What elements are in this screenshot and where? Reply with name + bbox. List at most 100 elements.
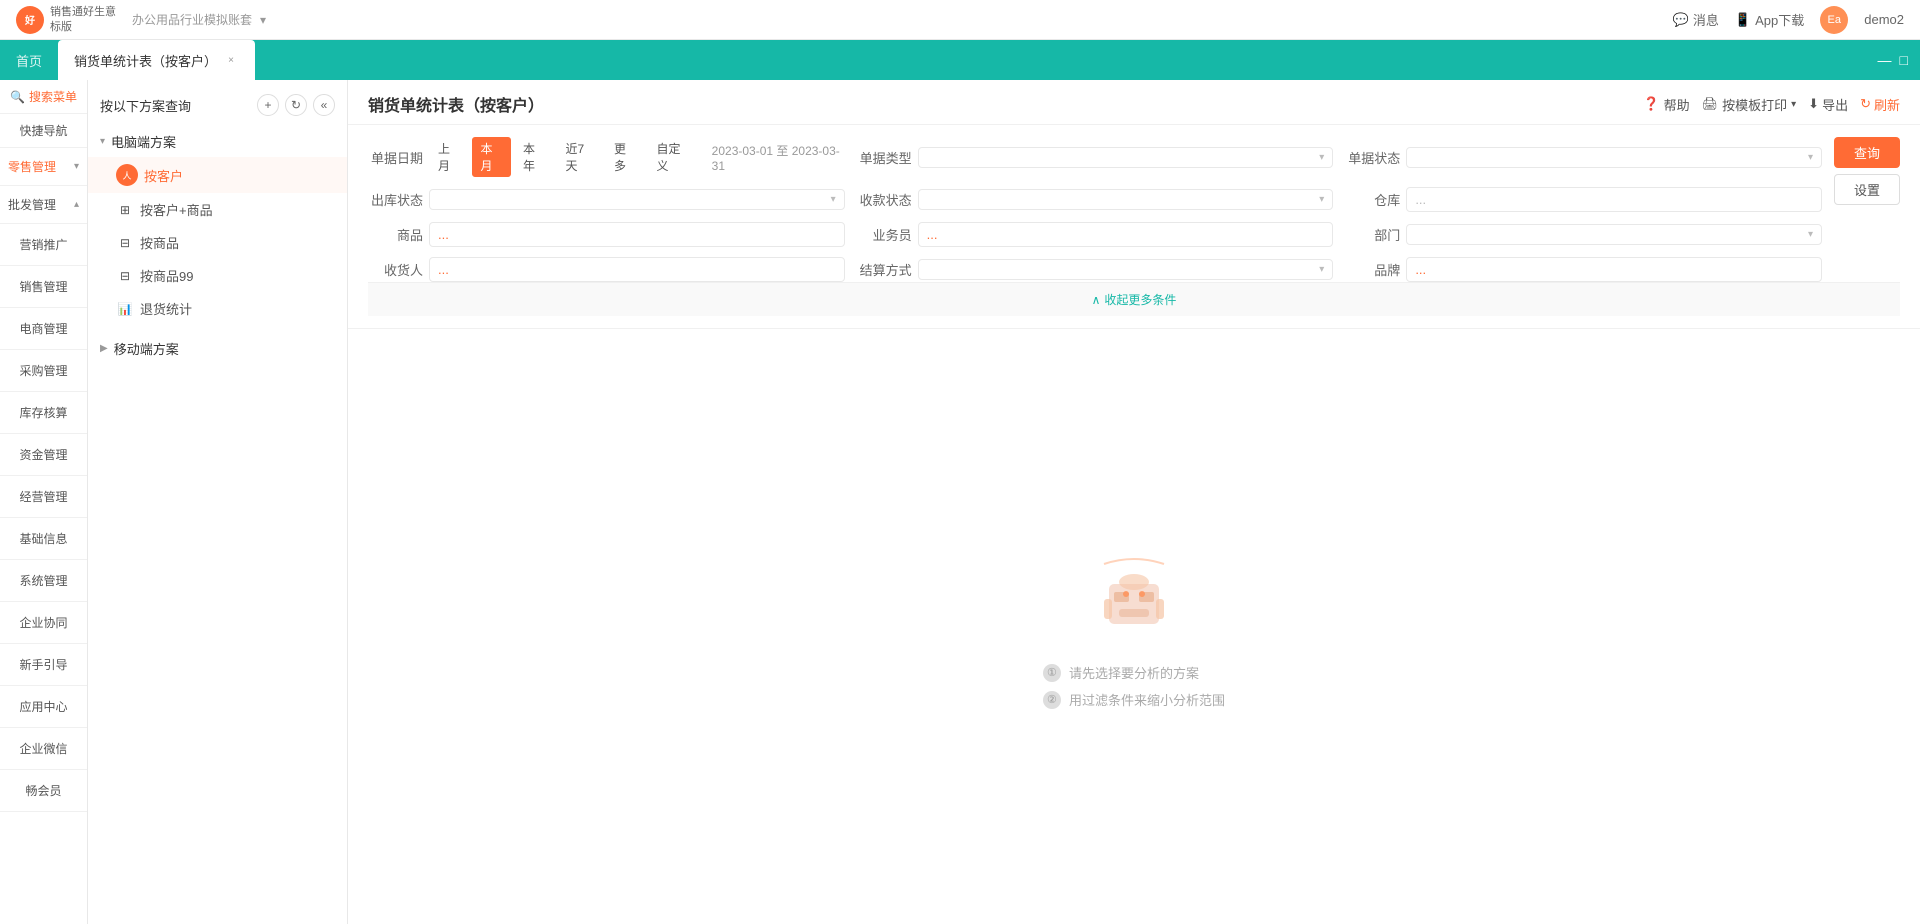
sidebar-item-sales[interactable]: 销售管理	[0, 266, 87, 308]
order-type-filter-cell: 单据类型 ▾	[857, 147, 1334, 168]
order-status-select[interactable]: ▾	[1406, 147, 1822, 168]
chevron-down-icon-4: ▾	[1319, 194, 1324, 205]
dropdown-icon[interactable]: ▾	[260, 13, 266, 27]
sidebar-item-wechat[interactable]: 企业微信	[0, 728, 87, 770]
export-btn[interactable]: ⬇ 导出	[1808, 95, 1848, 114]
sidebar-item-operations[interactable]: 经营管理	[0, 476, 87, 518]
help-btn[interactable]: ❓ 帮助	[1643, 95, 1689, 114]
sidebar-item-inventory[interactable]: 库存核算	[0, 392, 87, 434]
order-type-label: 单据类型	[857, 148, 912, 167]
date-tab-this-month[interactable]: 本月	[472, 137, 512, 177]
collapse-bar[interactable]: ∧ 收起更多条件	[368, 282, 1900, 316]
salesperson-select[interactable]: ...	[918, 222, 1334, 247]
sidebar-item-purchase[interactable]: 采购管理	[0, 350, 87, 392]
filter-row-3: 商品 ... 业务员 ...	[368, 222, 1822, 247]
brand-placeholder: ...	[1415, 262, 1426, 277]
app-download-btn[interactable]: 📱 App下载	[1735, 10, 1804, 29]
mobile-scheme-section: ▶ 移动端方案	[88, 329, 347, 368]
page-title: 销货单统计表（按客户）	[368, 92, 544, 116]
tab-close-icon[interactable]: ×	[223, 52, 239, 68]
settlement-label: 结算方式	[857, 260, 912, 279]
scheme-by-customer[interactable]: 人 按客户	[88, 157, 347, 193]
out-status-select[interactable]: ▾	[429, 189, 845, 210]
desktop-scheme-parent[interactable]: ▾ 电脑端方案	[88, 126, 347, 157]
chevron-down-icon: ▾	[1319, 152, 1324, 163]
sidebar-nav-item[interactable]: 快捷导航	[0, 114, 87, 148]
add-scheme-btn[interactable]: +	[257, 94, 279, 116]
date-range-text: 2023-03-01 至 2023-03-31	[712, 142, 845, 173]
sidebar-item-basic-info[interactable]: 基础信息	[0, 518, 87, 560]
tree-collapsed-icon: ▶	[100, 343, 108, 354]
sidebar-item-system[interactable]: 系统管理	[0, 560, 87, 602]
tab-maximize-icon[interactable]: □	[1900, 52, 1908, 68]
sidebar-item-enterprise-collab[interactable]: 企业协同	[0, 602, 87, 644]
sidebar-item-retail[interactable]: 零售管理 ▾	[0, 148, 87, 186]
query-btn[interactable]: 查询	[1834, 137, 1900, 168]
settings-btn[interactable]: 设置	[1834, 174, 1900, 205]
refresh-icon: ↻	[1860, 96, 1871, 112]
filter-area: 单据日期 上月 本月 本年 近7天 更多 自定义	[348, 125, 1920, 329]
date-control: 上月 本月 本年 近7天 更多 自定义 2023-03-01 至 2023-03…	[429, 137, 845, 177]
collapse-panel-btn[interactable]: «	[313, 94, 335, 116]
left-panel: 按以下方案查询 + ↻ « ▾ 电脑端方案 人 按客户 ⊞ 按客	[88, 80, 348, 924]
sidebar-item-app-center[interactable]: 应用中心	[0, 686, 87, 728]
tree-expand-icon: ▾	[100, 136, 105, 147]
logo-icon: 好	[16, 6, 44, 34]
date-tab-last-month[interactable]: 上月	[429, 137, 469, 177]
sidebar-item-finance[interactable]: 资金管理	[0, 434, 87, 476]
warehouse-select[interactable]: ...	[1406, 187, 1822, 212]
department-filter-cell: 部门 ▾	[1345, 224, 1822, 245]
chevron-down-icon-2: ▾	[1808, 152, 1813, 163]
refresh-btn[interactable]: ↻ 刷新	[1860, 95, 1900, 114]
date-filter-cell: 单据日期 上月 本月 本年 近7天 更多 自定义	[368, 137, 845, 177]
scheme-by-customer-goods[interactable]: ⊞ 按客户+商品	[88, 193, 347, 226]
table-icon: ⊟	[116, 234, 134, 252]
left-panel-title: 按以下方案查询	[100, 96, 191, 115]
empty-state: ① 请先选择要分析的方案 ② 用过滤条件来缩小分析范围	[348, 329, 1920, 924]
logo-text: 销售通好生意 标版	[50, 5, 116, 34]
page-header: 销货单统计表（按客户） ❓ 帮助 🖨 按模板打印 ▾ ⬇ 导出	[348, 80, 1920, 125]
page-actions: ❓ 帮助 🖨 按模板打印 ▾ ⬇ 导出 ↻ 刷新	[1643, 95, 1900, 114]
scheme-by-goods-99[interactable]: ⊟ 按商品99	[88, 259, 347, 292]
search-menu-item[interactable]: 🔍 搜索菜单	[0, 80, 87, 114]
warehouse-filter-cell: 仓库 ...	[1345, 187, 1822, 212]
print-dropdown-icon: ▾	[1791, 99, 1796, 110]
payment-status-select[interactable]: ▾	[918, 189, 1334, 210]
tab-home[interactable]: 首页	[0, 40, 58, 80]
date-tab-this-year[interactable]: 本年	[514, 137, 554, 177]
mobile-scheme-parent[interactable]: ▶ 移动端方案	[88, 333, 347, 364]
tab-minimize-icon[interactable]: —	[1878, 52, 1892, 68]
receiver-select[interactable]: ...	[429, 257, 845, 282]
settlement-select[interactable]: ▾	[918, 259, 1334, 280]
date-tab-7days[interactable]: 近7天	[557, 137, 602, 177]
sidebar-item-ecommerce[interactable]: 电商管理	[0, 308, 87, 350]
refresh-scheme-btn[interactable]: ↻	[285, 94, 307, 116]
department-select[interactable]: ▾	[1406, 224, 1822, 245]
date-tab-custom[interactable]: 自定义	[647, 137, 697, 177]
desktop-scheme-label: 电脑端方案	[111, 132, 176, 151]
filter-row-4: 收货人 ... 结算方式 ▾	[368, 257, 1822, 282]
brand-select[interactable]: ...	[1406, 257, 1822, 282]
filter-row-1: 单据日期 上月 本月 本年 近7天 更多 自定义	[368, 137, 1822, 177]
tab-active[interactable]: 销货单统计表（按客户） ×	[58, 40, 255, 80]
date-tabs: 上月 本月 本年 近7天 更多 自定义	[429, 137, 698, 177]
warehouse-placeholder: ...	[1415, 192, 1426, 207]
scheme-by-goods[interactable]: ⊟ 按商品	[88, 226, 347, 259]
receiver-placeholder: ...	[438, 262, 449, 277]
sidebar-item-marketing[interactable]: 营销推广	[0, 224, 87, 266]
goods-select[interactable]: ...	[429, 222, 845, 247]
top-bar: 好 销售通好生意 标版 办公用品行业模拟账套 ▾ 💬 消息 📱 App下载 Ea…	[0, 0, 1920, 40]
sidebar-item-beginner[interactable]: 新手引导	[0, 644, 87, 686]
scheme-return-stats[interactable]: 📊 退货统计	[88, 292, 347, 325]
search-icon: 🔍	[10, 90, 25, 104]
goods-placeholder: ...	[438, 227, 449, 242]
order-type-select[interactable]: ▾	[918, 147, 1334, 168]
tab-bar-right: — □	[1878, 52, 1920, 68]
sidebar-item-wholesale[interactable]: 批发管理 ▴	[0, 186, 87, 224]
sidebar-item-member[interactable]: 畅会员	[0, 770, 87, 812]
message-btn[interactable]: 💬 消息	[1673, 10, 1719, 29]
main-layout: 🔍 搜索菜单 快捷导航 零售管理 ▾ 批发管理 ▴ 营销推广 销售管理 电商管理…	[0, 80, 1920, 924]
print-btn[interactable]: 🖨 按模板打印 ▾	[1702, 95, 1797, 114]
avatar[interactable]: Ea	[1820, 6, 1848, 34]
date-tab-more[interactable]: 更多	[605, 137, 645, 177]
